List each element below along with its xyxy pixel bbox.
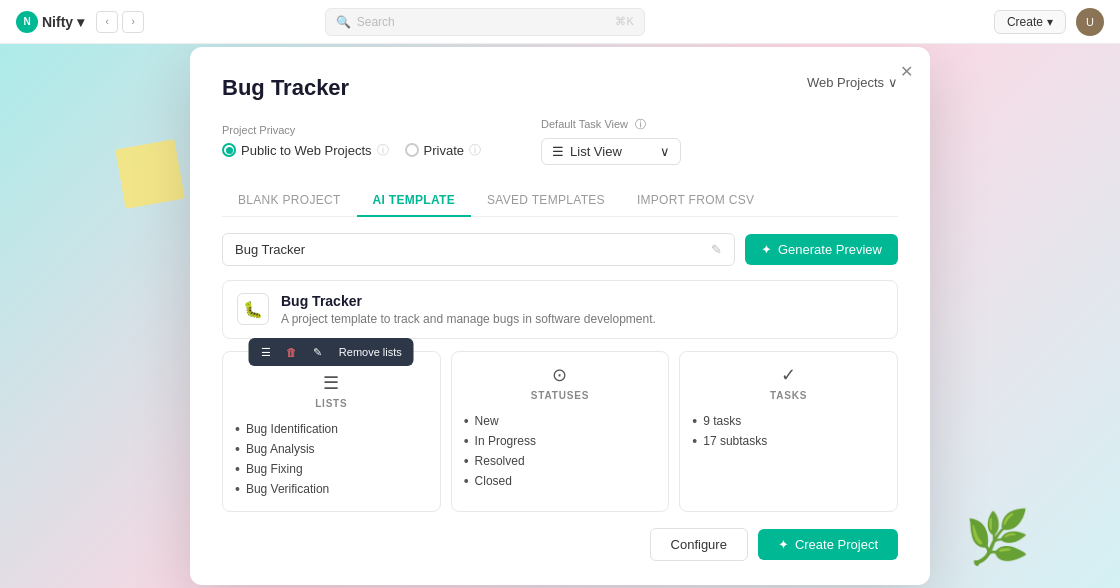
list-item: Bug Verification xyxy=(235,479,428,499)
list-item: 9 tasks xyxy=(692,411,885,431)
list-item: New xyxy=(464,411,657,431)
list-item: Bug Identification xyxy=(235,419,428,439)
settings-row: Project Privacy Public to Web Projects ⓘ… xyxy=(222,117,898,165)
task-view-label: Default Task View ⓘ xyxy=(541,117,681,132)
template-card-icon: 🐛 xyxy=(237,293,269,325)
privacy-private-label: Private xyxy=(424,143,464,158)
tab-ai-template[interactable]: AI TEMPLATE xyxy=(357,185,471,217)
template-card-title: Bug Tracker xyxy=(281,293,656,309)
logo-chevron: ▾ xyxy=(77,14,84,30)
workspace-selector[interactable]: Web Projects ∨ xyxy=(807,75,898,90)
sticky-note-decoration xyxy=(115,139,185,209)
modal-title: Bug Tracker xyxy=(222,75,349,101)
tab-saved-templates[interactable]: SAVED TEMPLATES xyxy=(471,185,621,217)
privacy-section: Project Privacy Public to Web Projects ⓘ… xyxy=(222,124,481,159)
modal-header: Bug Tracker Web Projects ∨ xyxy=(222,75,898,101)
privacy-radio-group: Public to Web Projects ⓘ Private ⓘ xyxy=(222,142,481,159)
lists-delete-btn[interactable]: 🗑 xyxy=(281,341,303,363)
generate-btn-icon: ✦ xyxy=(761,242,772,257)
task-view-chevron: ∨ xyxy=(660,144,670,159)
tab-import-csv[interactable]: IMPORT FROM CSV xyxy=(621,185,770,217)
privacy-private-option[interactable]: Private ⓘ xyxy=(405,142,481,159)
topbar-right: Create ▾ U xyxy=(994,8,1104,36)
search-placeholder: Search xyxy=(357,15,395,29)
privacy-public-label: Public to Web Projects xyxy=(241,143,372,158)
tasks-panel-items: 9 tasks 17 subtasks xyxy=(692,411,885,451)
privacy-public-option[interactable]: Public to Web Projects ⓘ xyxy=(222,142,389,159)
tab-blank-project[interactable]: BLANK PROJECT xyxy=(222,185,357,217)
plant-decoration: 🌿 xyxy=(965,507,1030,568)
nav-back-button[interactable]: ‹ xyxy=(96,11,118,33)
avatar[interactable]: U xyxy=(1076,8,1104,36)
privacy-label: Project Privacy xyxy=(222,124,481,136)
configure-button[interactable]: Configure xyxy=(650,528,748,561)
tasks-panel: ✓ TASKS 9 tasks 17 subtasks xyxy=(679,351,898,512)
list-item: Bug Analysis xyxy=(235,439,428,459)
create-button[interactable]: Create ▾ xyxy=(994,10,1066,34)
remove-lists-tooltip: Remove lists xyxy=(333,344,408,360)
privacy-private-info-icon: ⓘ xyxy=(469,142,481,159)
tabs-row: BLANK PROJECT AI TEMPLATE SAVED TEMPLATE… xyxy=(222,185,898,217)
lists-edit-btn[interactable]: ✎ xyxy=(307,341,329,363)
nav-buttons: ‹ › xyxy=(96,11,144,33)
privacy-private-radio[interactable] xyxy=(405,143,419,157)
logo-text: Nifty xyxy=(42,14,73,30)
search-bar[interactable]: 🔍 Search ⌘K xyxy=(325,8,645,36)
search-icon: 🔍 xyxy=(336,15,351,29)
lists-panel-title: LISTS xyxy=(235,398,428,409)
workspace-label: Web Projects xyxy=(807,75,884,90)
task-view-dropdown[interactable]: ☰ List View ∨ xyxy=(541,138,681,165)
list-item: Closed xyxy=(464,471,657,491)
privacy-public-info-icon: ⓘ xyxy=(377,142,389,159)
list-item: Resolved xyxy=(464,451,657,471)
generate-btn-label: Generate Preview xyxy=(778,242,882,257)
tasks-panel-title: TASKS xyxy=(692,390,885,401)
search-shortcut: ⌘K xyxy=(615,15,633,28)
task-view-value: List View xyxy=(570,144,622,159)
logo-icon: N xyxy=(16,11,38,33)
template-card-text: Bug Tracker A project template to track … xyxy=(281,293,656,326)
task-view-info-icon: ⓘ xyxy=(635,118,646,130)
modal: ✕ Bug Tracker Web Projects ∨ Project Pri… xyxy=(190,47,930,585)
lists-panel: ☰ 🗑 ✎ Remove lists ☰ LISTS Bug Identific… xyxy=(222,351,441,512)
task-view-section: Default Task View ⓘ ☰ List View ∨ xyxy=(541,117,681,165)
template-edit-icon[interactable]: ✎ xyxy=(711,242,722,257)
statuses-panel-title: STATUSES xyxy=(464,390,657,401)
lists-panel-items: Bug Identification Bug Analysis Bug Fixi… xyxy=(235,419,428,499)
lists-reorder-btn[interactable]: ☰ xyxy=(255,341,277,363)
list-item: Bug Fixing xyxy=(235,459,428,479)
modal-footer: Configure ✦ Create Project xyxy=(222,528,898,561)
create-project-icon: ✦ xyxy=(778,537,789,552)
template-search-row: Bug Tracker ✎ ✦ Generate Preview xyxy=(222,233,898,266)
create-project-label: Create Project xyxy=(795,537,878,552)
create-label: Create xyxy=(1007,15,1043,29)
statuses-panel: ⊙ STATUSES New In Progress Resolved Clos… xyxy=(451,351,670,512)
nav-forward-button[interactable]: › xyxy=(122,11,144,33)
template-input-wrapper[interactable]: Bug Tracker ✎ xyxy=(222,233,735,266)
create-chevron: ▾ xyxy=(1047,15,1053,29)
lists-panel-toolbar: ☰ 🗑 ✎ Remove lists xyxy=(249,338,414,366)
statuses-panel-items: New In Progress Resolved Closed xyxy=(464,411,657,491)
list-item: 17 subtasks xyxy=(692,431,885,451)
logo[interactable]: N Nifty ▾ xyxy=(16,11,84,33)
tasks-panel-icon: ✓ xyxy=(692,364,885,386)
modal-close-button[interactable]: ✕ xyxy=(894,59,918,83)
statuses-panel-icon: ⊙ xyxy=(464,364,657,386)
privacy-public-radio[interactable] xyxy=(222,143,236,157)
template-description-card: 🐛 Bug Tracker A project template to trac… xyxy=(222,280,898,339)
page-wrapper: 🌿 ✕ Bug Tracker Web Projects ∨ Project P… xyxy=(0,44,1120,588)
lists-panel-icon: ☰ xyxy=(235,372,428,394)
create-project-button[interactable]: ✦ Create Project xyxy=(758,529,898,560)
topbar: N Nifty ▾ ‹ › 🔍 Search ⌘K Create ▾ U xyxy=(0,0,1120,44)
list-view-icon: ☰ xyxy=(552,144,564,159)
template-input-value: Bug Tracker xyxy=(235,242,305,257)
generate-preview-button[interactable]: ✦ Generate Preview xyxy=(745,234,898,265)
template-card-description: A project template to track and manage b… xyxy=(281,312,656,326)
preview-panels: ☰ 🗑 ✎ Remove lists ☰ LISTS Bug Identific… xyxy=(222,351,898,512)
list-item: In Progress xyxy=(464,431,657,451)
